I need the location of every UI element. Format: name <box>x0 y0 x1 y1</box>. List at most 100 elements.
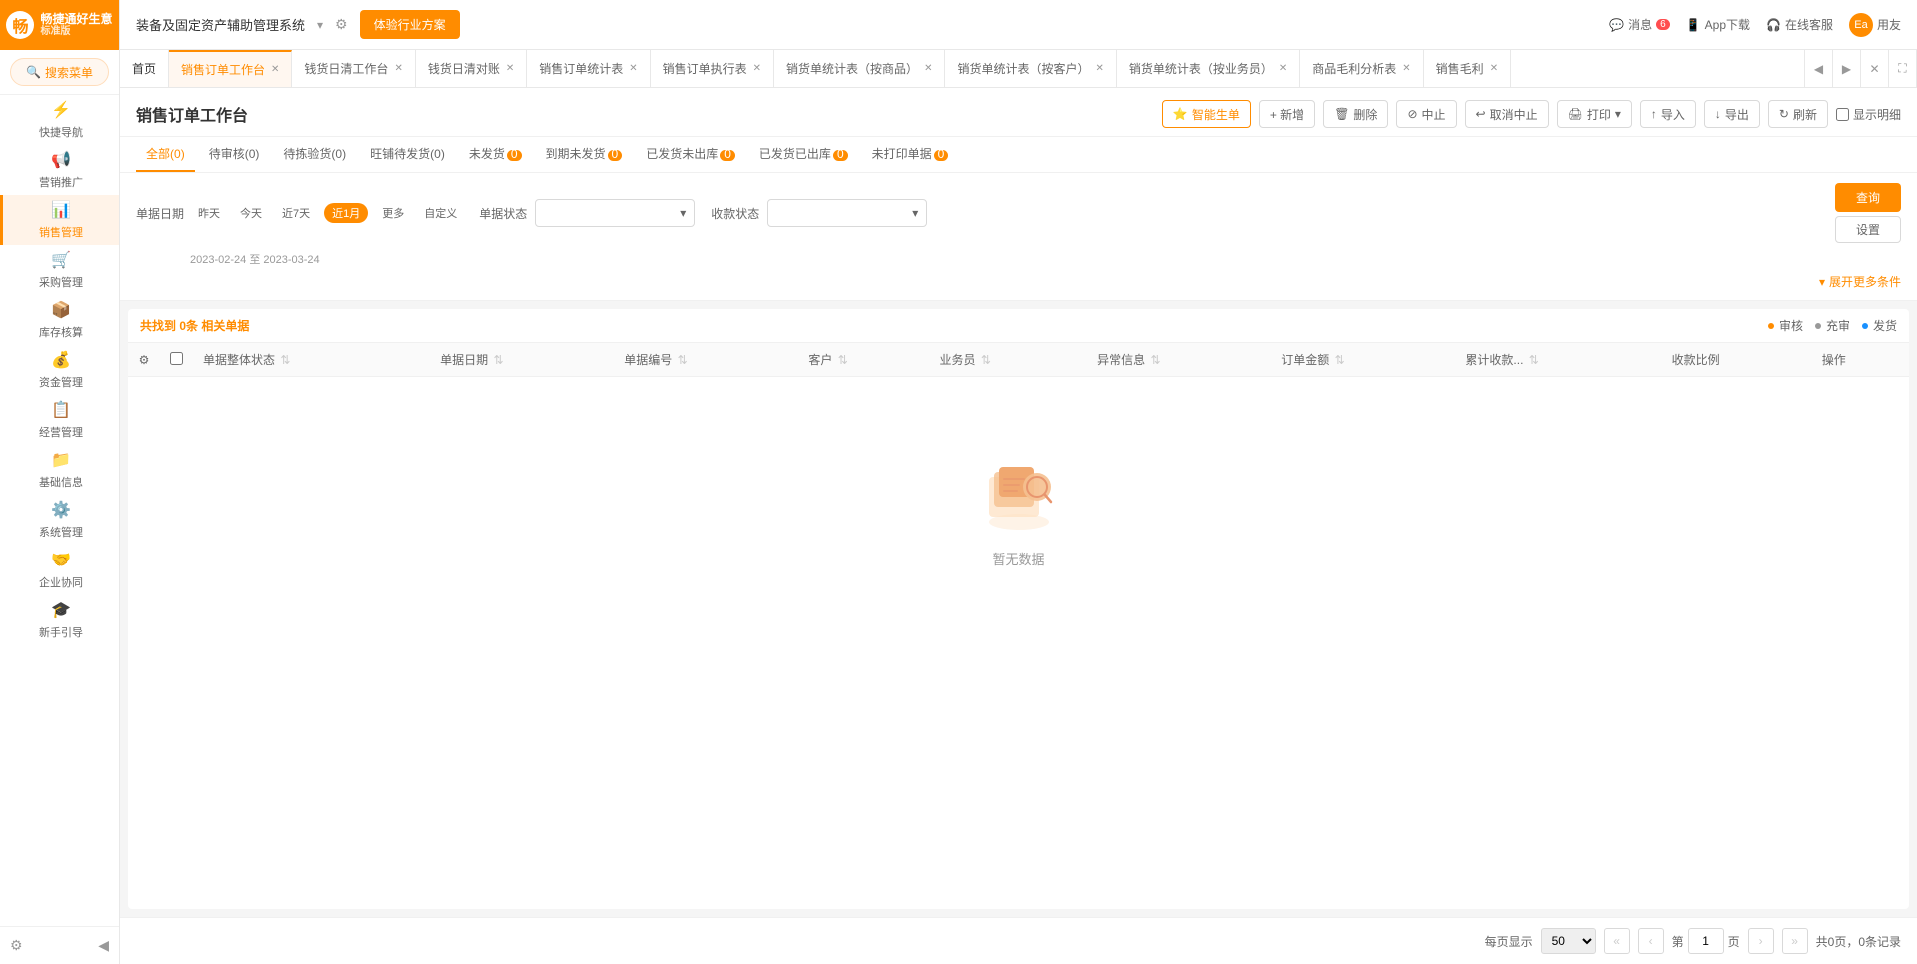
topbar-settings-icon[interactable]: ⚙ <box>335 16 348 33</box>
tab-close-summary-customer[interactable]: ✕ <box>1095 63 1103 74</box>
expand-button[interactable]: ▾ 展开更多条件 <box>1819 273 1901 290</box>
tab-cash-daily[interactable]: 钱货日清工作台 ✕ <box>292 50 415 88</box>
th-date[interactable]: 单据日期 ⇅ <box>430 343 614 377</box>
tabs-close-all-button[interactable]: ✕ <box>1861 50 1889 88</box>
sidebar-nav-item-system[interactable]: ⚙️ 系统管理 <box>0 495 119 545</box>
collapse-icon[interactable]: ◀ <box>98 937 109 954</box>
filter-tab-overdue-unshipped[interactable]: 到期未发货0 <box>536 137 633 172</box>
th-status[interactable]: 单据整体状态 ⇅ <box>193 343 430 377</box>
sidebar-nav-item-purchase[interactable]: 🛒 采购管理 <box>0 245 119 295</box>
tab-close-cash-reconcile[interactable]: ✕ <box>506 63 514 74</box>
th-number[interactable]: 单据编号 ⇅ <box>614 343 798 377</box>
search-menu-button[interactable]: 🔍 搜索菜单 <box>10 58 109 86</box>
th-collected[interactable]: 累计收款... ⇅ <box>1455 343 1661 377</box>
sidebar-nav-item-sales[interactable]: 📊 销售管理 <box>0 195 119 245</box>
cancel-stop-button[interactable]: ↩ 取消中止 <box>1465 100 1549 128</box>
show-detail-checkbox[interactable]: 显示明细 <box>1836 106 1901 123</box>
th-customer[interactable]: 客户 ⇅ <box>798 343 929 377</box>
th-amount[interactable]: 订单金额 ⇅ <box>1271 343 1455 377</box>
tab-sales-workbench[interactable]: 销售订单工作台 ✕ <box>169 50 292 88</box>
sidebar-nav-item-guide[interactable]: 🎓 新手引导 <box>0 595 119 645</box>
online-service-button[interactable]: 🎧 在线客服 <box>1766 16 1833 33</box>
message-button[interactable]: 💬 消息 6 <box>1609 16 1670 33</box>
payment-select[interactable]: ▾ <box>767 199 927 227</box>
tab-sales-summary-staff[interactable]: 销货单统计表（按业务员） ✕ <box>1117 50 1300 88</box>
select-all-checkbox[interactable] <box>170 352 183 365</box>
pagination-last-button[interactable]: » <box>1782 928 1808 954</box>
tab-close-sales-profit[interactable]: ✕ <box>1490 63 1498 74</box>
tab-close-summary-product[interactable]: ✕ <box>924 63 932 74</box>
filter-tab-shipped-stored[interactable]: 已发货已出库0 <box>749 137 858 172</box>
pagination-first-button[interactable]: « <box>1604 928 1630 954</box>
filter-tab-pending-review[interactable]: 待审核(0) <box>199 137 270 172</box>
date-more[interactable]: 更多 <box>376 203 410 223</box>
pagination-prev-button[interactable]: ‹ <box>1638 928 1664 954</box>
sidebar-nav-item-marketing[interactable]: 📢 营销推广 <box>0 145 119 195</box>
th-checkbox[interactable] <box>160 343 193 377</box>
table-scroll-container[interactable]: ⚙ 单据整体状态 ⇅ 单据日期 ⇅ 单据编号 <box>128 343 1909 909</box>
date-7days[interactable]: 近7天 <box>276 203 316 223</box>
filter-tab-unshipped[interactable]: 未发货0 <box>459 137 532 172</box>
tab-cash-reconcile[interactable]: 钱货日清对账 ✕ <box>416 50 527 88</box>
date-yesterday[interactable]: 昨天 <box>192 203 226 223</box>
filter-tab-shipped-not-stored[interactable]: 已发货未出库0 <box>636 137 745 172</box>
tab-close-cash-daily[interactable]: ✕ <box>394 63 402 74</box>
tabs-prev-button[interactable]: ◀ <box>1805 50 1833 88</box>
tab-close-sales-stats[interactable]: ✕ <box>629 63 637 74</box>
app-download-button[interactable]: 📱 App下载 <box>1686 16 1750 33</box>
sidebar-nav-item-operation[interactable]: 📋 经营管理 <box>0 395 119 445</box>
tab-sales-stats[interactable]: 销售订单统计表 ✕ <box>527 50 650 88</box>
stop-button[interactable]: ⊘ 中止 <box>1396 100 1456 128</box>
tab-close-sales-exec[interactable]: ✕ <box>753 63 761 74</box>
per-page-select[interactable]: 50 100 200 <box>1541 928 1596 954</box>
status-select[interactable]: ▾ <box>535 199 695 227</box>
sidebar-nav-item-inventory[interactable]: 📦 库存核算 <box>0 295 119 345</box>
pagination-next-button[interactable]: › <box>1748 928 1774 954</box>
settings-icon[interactable]: ⚙ <box>10 937 23 954</box>
set-button[interactable]: 设置 <box>1835 216 1901 243</box>
inventory-icon: 📦 <box>51 300 71 320</box>
th-staff[interactable]: 业务员 ⇅ <box>930 343 1088 377</box>
unreviewed-action[interactable]: 充审 <box>1815 317 1850 334</box>
filter-tab-pending-inspect[interactable]: 待拣验货(0) <box>273 137 356 172</box>
tab-sales-summary-product[interactable]: 销货单统计表（按商品） ✕ <box>774 50 945 88</box>
filter-tab-unprinted[interactable]: 未打印单据0 <box>862 137 959 172</box>
sidebar-nav-item-collab[interactable]: 🤝 企业协同 <box>0 545 119 595</box>
new-button[interactable]: + 新增 <box>1259 100 1315 128</box>
show-detail-input[interactable] <box>1836 108 1849 121</box>
smart-create-button[interactable]: ⭐ 智能生单 <box>1162 100 1251 128</box>
print-button[interactable]: 🖨 打印 ▾ <box>1557 100 1632 128</box>
tab-sales-exec[interactable]: 销售订单执行表 ✕ <box>651 50 774 88</box>
refresh-button[interactable]: ↻ 刷新 <box>1768 100 1828 128</box>
pagination-input[interactable] <box>1688 928 1724 954</box>
date-1month[interactable]: 近1月 <box>324 203 368 223</box>
tab-home[interactable]: 首页 <box>120 50 169 88</box>
import-button[interactable]: ↑ 导入 <box>1640 100 1696 128</box>
user-menu[interactable]: Ea 用友 <box>1849 13 1901 37</box>
tabs-next-button[interactable]: ▶ <box>1833 50 1861 88</box>
sidebar-nav-item-finance[interactable]: 💰 资金管理 <box>0 345 119 395</box>
sidebar-nav-item-quicknav[interactable]: ⚡ 快捷导航 <box>0 95 119 145</box>
review-action[interactable]: 审核 <box>1768 317 1803 334</box>
tab-close-product-margin[interactable]: ✕ <box>1402 63 1410 74</box>
export-button[interactable]: ↓ 导出 <box>1704 100 1760 128</box>
industry-plan-button[interactable]: 体验行业方案 <box>360 10 460 39</box>
tab-sales-profit[interactable]: 销售毛利 ✕ <box>1424 50 1511 88</box>
th-exception[interactable]: 异常信息 ⇅ <box>1087 343 1271 377</box>
sidebar-nav-item-basic[interactable]: 📁 基础信息 <box>0 445 119 495</box>
ship-action[interactable]: 发货 <box>1862 317 1897 334</box>
tabs-expand-button[interactable]: ⛶ <box>1889 50 1917 88</box>
date-custom[interactable]: 自定义 <box>418 203 463 223</box>
tab-close-summary-staff[interactable]: ✕ <box>1279 63 1287 74</box>
tab-close-sales-workbench[interactable]: ✕ <box>271 64 279 75</box>
tab-sales-summary-customer[interactable]: 销货单统计表（按客户） ✕ <box>945 50 1116 88</box>
query-button[interactable]: 查询 <box>1835 183 1901 212</box>
sort-date-icon: ⇅ <box>493 353 503 367</box>
filter-tab-wangpu-ship[interactable]: 旺铺待发货(0) <box>360 137 455 172</box>
tab-product-margin[interactable]: 商品毛利分析表 ✕ <box>1300 50 1423 88</box>
delete-button[interactable]: 🗑 删除 <box>1323 100 1388 128</box>
system-dropdown-icon[interactable]: ▾ <box>317 18 323 32</box>
date-today[interactable]: 今天 <box>234 203 268 223</box>
th-settings[interactable]: ⚙ <box>128 343 160 377</box>
filter-tab-all[interactable]: 全部(0) <box>136 137 195 172</box>
